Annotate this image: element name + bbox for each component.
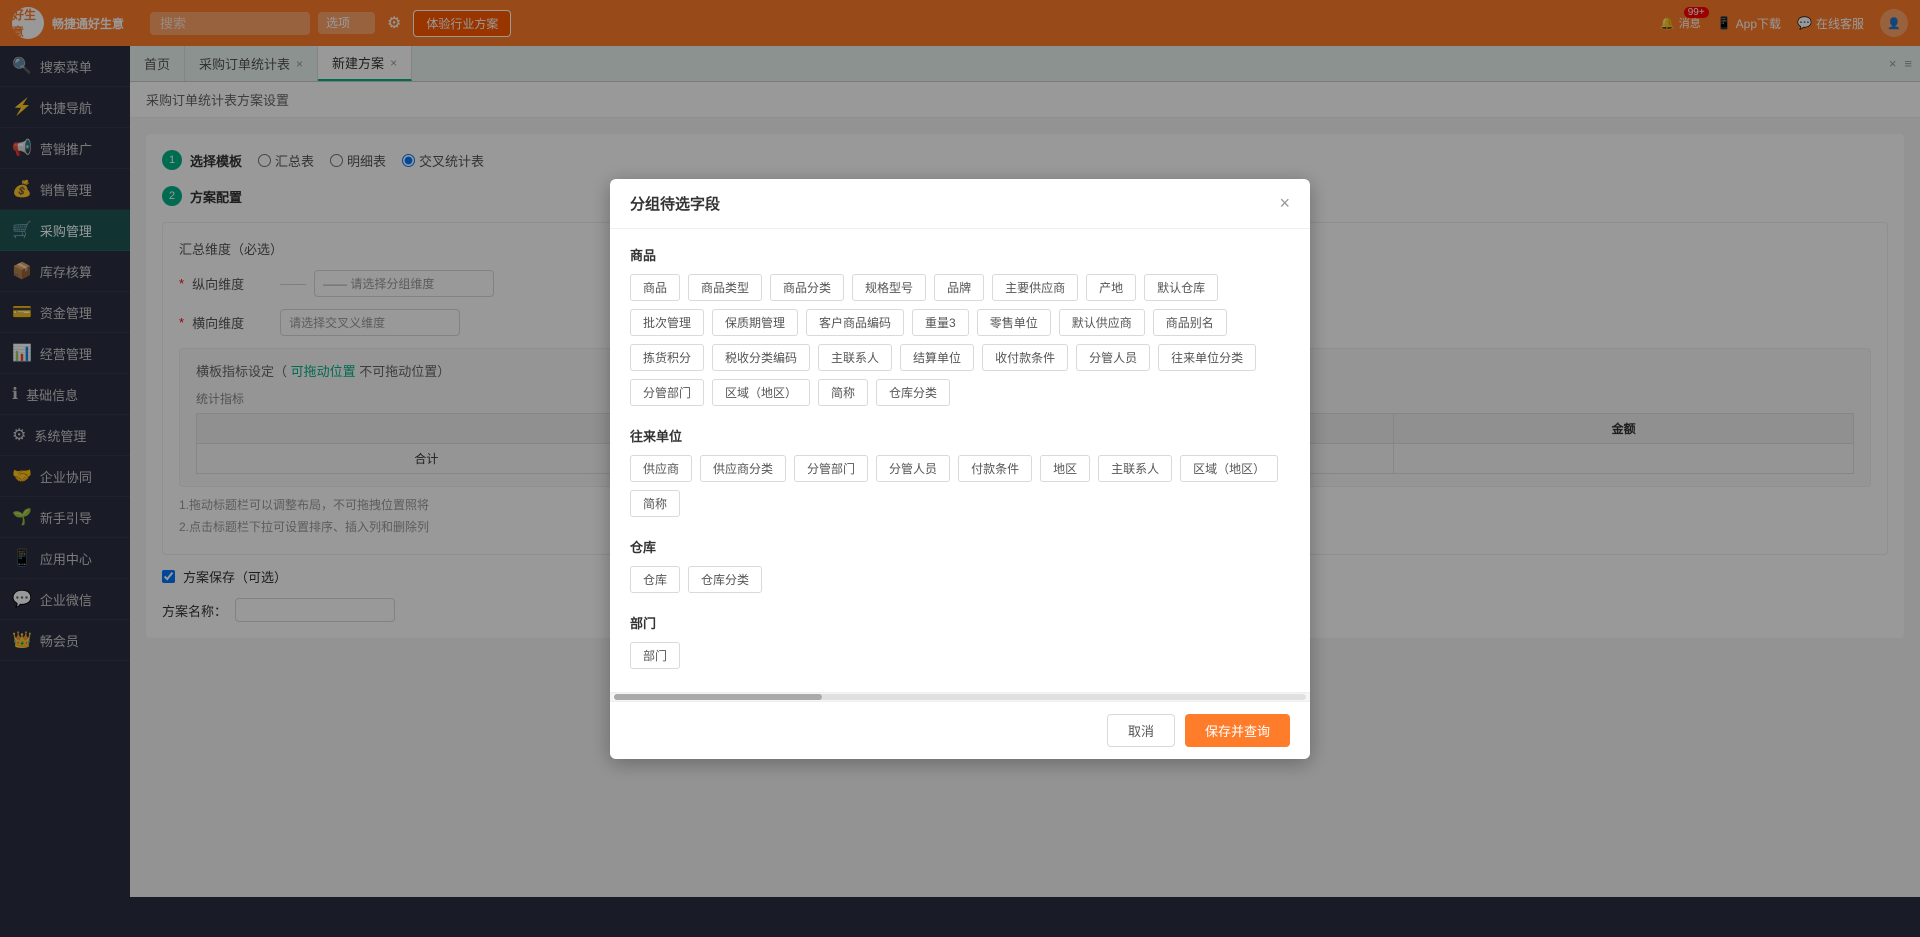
tag-department[interactable]: 部门: [630, 642, 680, 669]
tag-brand[interactable]: 品牌: [934, 274, 984, 301]
section-warehouse: 仓库 仓库 仓库分类: [630, 537, 1290, 593]
dialog: 分组待选字段 × 商品 商品 商品类型 商品分类 规格型号 品牌 主要供应商 产…: [610, 179, 1310, 759]
tag-region2[interactable]: 区域（地区）: [1180, 455, 1278, 482]
tag-goods-type[interactable]: 商品类型: [688, 274, 762, 301]
dialog-header: 分组待选字段 ×: [610, 179, 1310, 229]
tag-batch-mgmt[interactable]: 批次管理: [630, 309, 704, 336]
save-button[interactable]: 保存并查询: [1185, 714, 1290, 747]
dialog-hscroll[interactable]: [610, 692, 1310, 700]
tag-payment-terms2[interactable]: 付款条件: [958, 455, 1032, 482]
tag-default-warehouse[interactable]: 默认仓库: [1144, 274, 1218, 301]
tag-goods-alias[interactable]: 商品别名: [1153, 309, 1227, 336]
tag-retail-unit[interactable]: 零售单位: [977, 309, 1051, 336]
tag-expiry-mgmt[interactable]: 保质期管理: [712, 309, 798, 336]
tag-manager2[interactable]: 分管人员: [876, 455, 950, 482]
warehouse-tags: 仓库 仓库分类: [630, 566, 1290, 593]
section-goods-title: 商品: [630, 245, 1290, 264]
tag-origin[interactable]: 产地: [1086, 274, 1136, 301]
tag-customer-code[interactable]: 客户商品编码: [806, 309, 904, 336]
partner-tags: 供应商 供应商分类 分管部门 分管人员 付款条件 地区 主联系人 区域（地区） …: [630, 455, 1290, 517]
tag-abbr[interactable]: 简称: [818, 379, 868, 406]
tag-main-supplier[interactable]: 主要供应商: [992, 274, 1078, 301]
section-warehouse-title: 仓库: [630, 537, 1290, 556]
cancel-button[interactable]: 取消: [1107, 714, 1175, 747]
tag-payment-terms[interactable]: 收付款条件: [982, 344, 1068, 371]
tag-dept2[interactable]: 分管部门: [794, 455, 868, 482]
tag-tax-code[interactable]: 税收分类编码: [712, 344, 810, 371]
tag-weight[interactable]: 重量3: [912, 309, 969, 336]
dialog-body[interactable]: 商品 商品 商品类型 商品分类 规格型号 品牌 主要供应商 产地 默认仓库 批次…: [610, 229, 1310, 693]
tag-settle-unit[interactable]: 结算单位: [900, 344, 974, 371]
tag-region[interactable]: 区域（地区）: [712, 379, 810, 406]
tag-abbr2[interactable]: 简称: [630, 490, 680, 517]
tag-partner-category[interactable]: 往来单位分类: [1158, 344, 1256, 371]
section-partner: 往来单位 供应商 供应商分类 分管部门 分管人员 付款条件 地区 主联系人 区域…: [630, 426, 1290, 517]
tag-warehouse[interactable]: 仓库: [630, 566, 680, 593]
tag-supplier-category[interactable]: 供应商分类: [700, 455, 786, 482]
tag-main-contact2[interactable]: 主联系人: [1098, 455, 1172, 482]
dialog-footer: 取消 保存并查询: [610, 701, 1310, 759]
tag-goods[interactable]: 商品: [630, 274, 680, 301]
section-goods: 商品 商品 商品类型 商品分类 规格型号 品牌 主要供应商 产地 默认仓库 批次…: [630, 245, 1290, 406]
dept-tags: 部门: [630, 642, 1290, 669]
tag-manager[interactable]: 分管人员: [1076, 344, 1150, 371]
dialog-title: 分组待选字段: [630, 193, 720, 214]
tag-spec-model[interactable]: 规格型号: [852, 274, 926, 301]
tag-default-supplier[interactable]: 默认供应商: [1059, 309, 1145, 336]
tag-main-contact[interactable]: 主联系人: [818, 344, 892, 371]
tag-supplier[interactable]: 供应商: [630, 455, 692, 482]
tag-pick-points[interactable]: 拣货积分: [630, 344, 704, 371]
dialog-overlay: 分组待选字段 × 商品 商品 商品类型 商品分类 规格型号 品牌 主要供应商 产…: [0, 0, 1920, 937]
section-dept: 部门 部门: [630, 613, 1290, 669]
section-partner-title: 往来单位: [630, 426, 1290, 445]
tag-warehouse-cat[interactable]: 仓库分类: [876, 379, 950, 406]
dialog-close-button[interactable]: ×: [1279, 193, 1290, 214]
goods-tags: 商品 商品类型 商品分类 规格型号 品牌 主要供应商 产地 默认仓库 批次管理 …: [630, 274, 1290, 406]
section-dept-title: 部门: [630, 613, 1290, 632]
tag-dept[interactable]: 分管部门: [630, 379, 704, 406]
tag-area[interactable]: 地区: [1040, 455, 1090, 482]
tag-warehouse-category[interactable]: 仓库分类: [688, 566, 762, 593]
tag-goods-category[interactable]: 商品分类: [770, 274, 844, 301]
